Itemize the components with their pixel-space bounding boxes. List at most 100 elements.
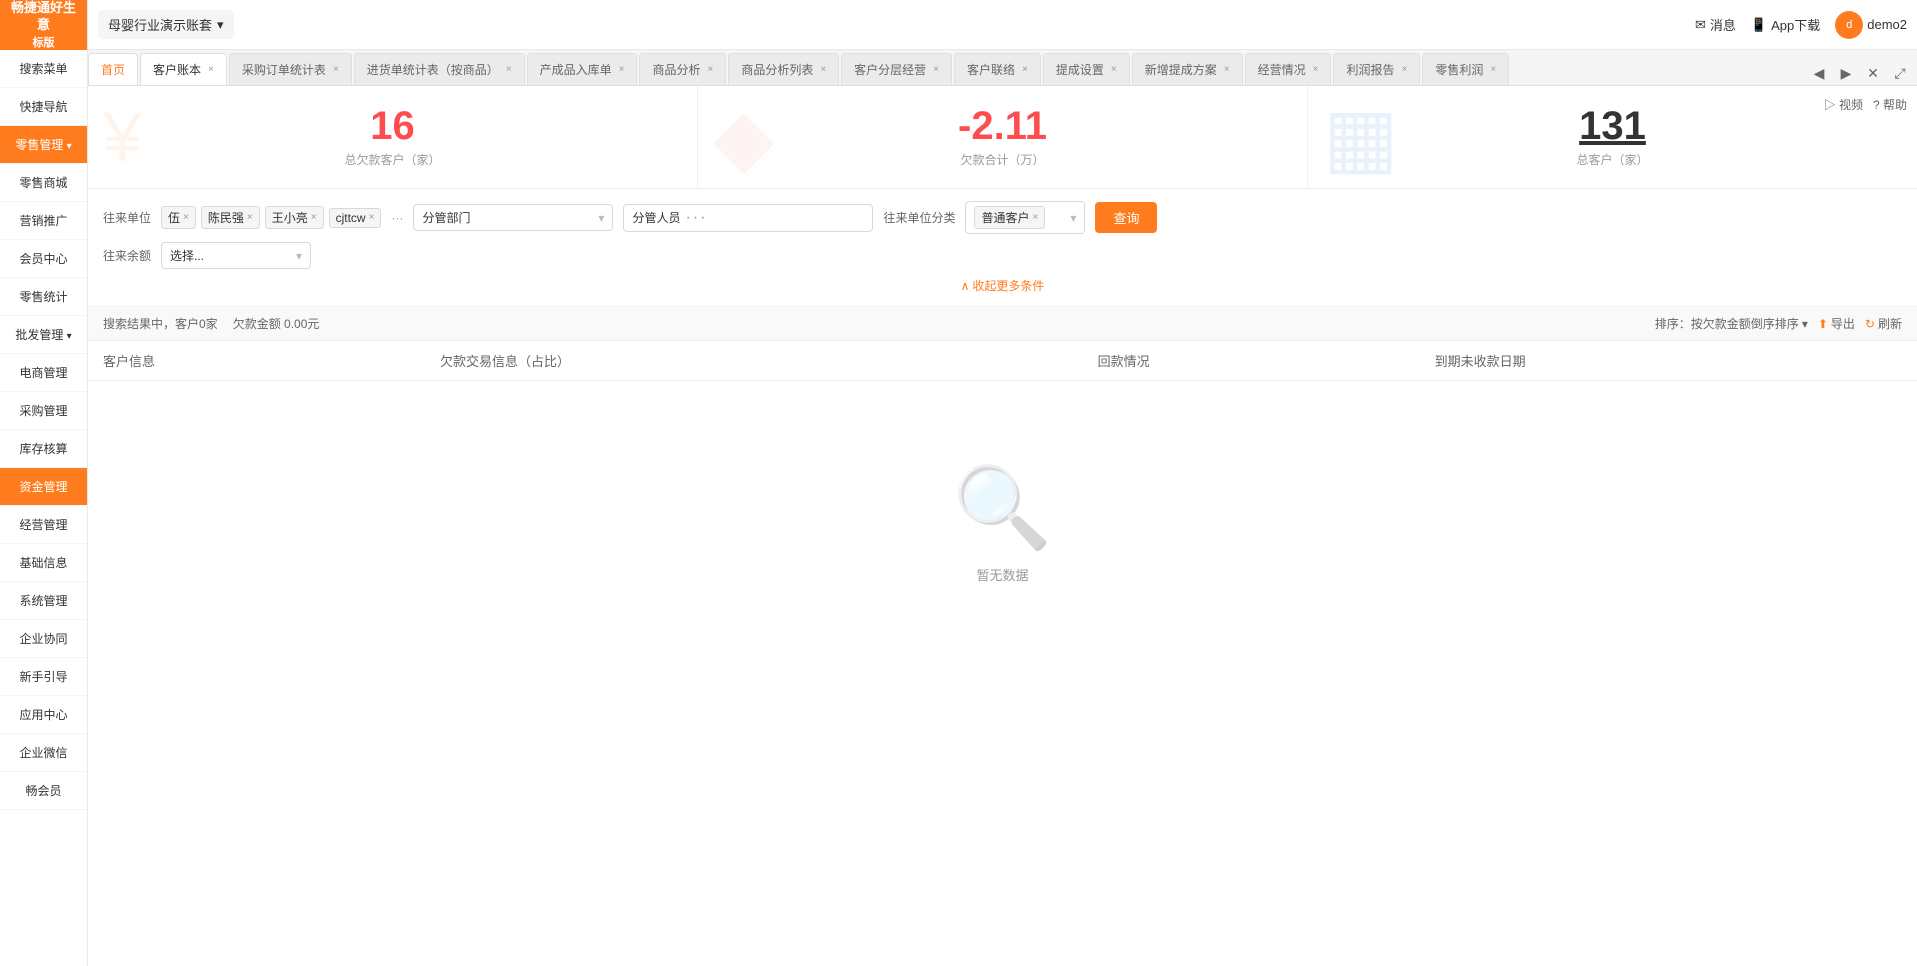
tag-close-icon[interactable]: × [1032, 212, 1038, 223]
tab-10[interactable]: 新增提成方案 × [1132, 53, 1243, 85]
tab-5[interactable]: 商品分析× [639, 53, 726, 85]
result-info: 搜索结果中，客户0家 欠款金额 0.00元 [103, 315, 319, 332]
sidebar-item-应用中心[interactable]: 应用中心 [0, 696, 87, 734]
sidebar-item-快捷导航[interactable]: 快捷导航 [0, 88, 87, 126]
message-label: 消息 [1710, 15, 1736, 34]
stat-bg-building-icon: ▦ [1323, 91, 1399, 184]
tab-label: 客户联络 [967, 61, 1015, 78]
collapse-row: ∧ 收起更多条件 [103, 277, 1902, 294]
table-header-客户信息: 客户信息 [88, 341, 425, 381]
table-header-回款情况: 回款情况 [1083, 341, 1420, 381]
data-table: 客户信息欠款交易信息（占比）回款情况到期未收款日期 [88, 341, 1917, 381]
query-button[interactable]: 查询 [1095, 202, 1157, 233]
tab-2[interactable]: 采购订单统计表 × [229, 53, 352, 85]
filter-tag: 陈民强× [201, 206, 260, 229]
tab-1[interactable]: 客户账本× [140, 53, 227, 85]
sidebar-item-库存核算[interactable]: 库存核算 [0, 430, 87, 468]
tab-close-icon[interactable]: × [933, 64, 939, 75]
stat-bg-diamond-icon: ◆ [713, 91, 775, 184]
tab-11[interactable]: 经营情况× [1245, 53, 1332, 85]
stat-label-total: 总客户（家） [1576, 151, 1648, 168]
sidebar-item-电商管理[interactable]: 电商管理 [0, 354, 87, 392]
dept-select[interactable]: 分管部门 ▾ [413, 204, 613, 231]
logo-line1: 畅捷通好生意 [5, 0, 82, 34]
tab-close-icon[interactable]: × [1401, 64, 1407, 75]
sidebar-item-新手引导[interactable]: 新手引导 [0, 658, 87, 696]
tab-label: 采购订单统计表 [242, 61, 326, 78]
tab-3[interactable]: 进货单统计表（按商品）× [354, 53, 525, 85]
sidebar-item-资金管理[interactable]: 资金管理 [0, 468, 87, 506]
person-select[interactable]: 分管人员 ··· [623, 204, 873, 232]
collapse-btn[interactable]: ∧ 收起更多条件 [103, 277, 1902, 294]
chevron-down-icon: ▾ [1070, 211, 1076, 225]
classify-select[interactable]: 普通客户× ▾ [965, 201, 1085, 234]
tab-13[interactable]: 零售利润× [1422, 53, 1509, 85]
sidebar-item-经营管理[interactable]: 经营管理 [0, 506, 87, 544]
table-header-到期未收款日期: 到期未收款日期 [1420, 341, 1917, 381]
industry-select[interactable]: 母婴行业演示账套 ▾ [98, 10, 234, 39]
sidebar-item-基础信息[interactable]: 基础信息 [0, 544, 87, 582]
tab-close-all-btn[interactable]: ✕ [1861, 61, 1885, 85]
sort-select[interactable]: 排序：按欠款金额倒序排序 ▾ [1655, 315, 1808, 332]
tab-close-icon[interactable]: × [208, 64, 214, 75]
app-download-btn[interactable]: 📱 App下载 [1751, 15, 1820, 34]
tag-close-icon[interactable]: × [247, 212, 253, 223]
tab-label: 新增提成方案 [1145, 61, 1217, 78]
tab-close-icon[interactable]: × [1490, 64, 1496, 75]
tab-6[interactable]: 商品分析列表× [728, 53, 839, 85]
classify-filter-tag: 普通客户× [974, 206, 1045, 229]
export-icon: ⬆ [1818, 317, 1828, 331]
sidebar-item-零售商城[interactable]: 零售商城 [0, 164, 87, 202]
sidebar-item-企业微信[interactable]: 企业微信 [0, 734, 87, 772]
sidebar-item-搜索菜单[interactable]: 搜索菜单 [0, 50, 87, 88]
tab-next-btn[interactable]: ▶ [1834, 61, 1858, 85]
tab-prev-btn[interactable]: ◀ [1807, 61, 1831, 85]
more-tags-btn[interactable]: ··· [391, 211, 403, 225]
stats-bar: ¥ 16 总欠款客户（家） ◆ -2.11 欠款合计（万） ▦ 131 总客户（… [88, 86, 1917, 189]
stat-label-debt: 欠款合计（万） [960, 151, 1044, 168]
user-menu[interactable]: d demo2 [1835, 11, 1907, 39]
stat-value-total: 131 [1579, 106, 1646, 146]
tab-close-icon[interactable]: × [619, 64, 625, 75]
sidebar-item-系统管理[interactable]: 系统管理 [0, 582, 87, 620]
sidebar-item-企业协同[interactable]: 企业协同 [0, 620, 87, 658]
stat-value-debt: -2.11 [958, 106, 1047, 146]
stat-item-debt: ◆ -2.11 欠款合计（万） [698, 86, 1308, 188]
export-btn[interactable]: ⬆ 导出 [1818, 315, 1855, 332]
tab-close-icon[interactable]: × [1313, 64, 1319, 75]
sidebar-item-零售管理[interactable]: 零售管理 ▾ [0, 126, 87, 164]
tab-4[interactable]: 产成品入库单× [527, 53, 638, 85]
sidebar-item-零售统计[interactable]: 零售统计 [0, 278, 87, 316]
balance-select[interactable]: 选择... ▾ [161, 242, 311, 269]
tab-close-icon[interactable]: × [333, 64, 339, 75]
tab-close-icon[interactable]: × [1022, 64, 1028, 75]
top-bar-right: ✉ 消息 📱 App下载 d demo2 [1695, 11, 1907, 39]
tab-7[interactable]: 客户分层经营× [841, 53, 952, 85]
sidebar-item-会员中心[interactable]: 会员中心 [0, 240, 87, 278]
tab-0[interactable]: 首页 [88, 53, 138, 85]
tab-close-icon[interactable]: × [506, 64, 512, 75]
empty-text: 暂无数据 [976, 565, 1028, 584]
sidebar-item-采购管理[interactable]: 采购管理 [0, 392, 87, 430]
filter-tag: 伍× [161, 206, 196, 229]
tag-close-icon[interactable]: × [311, 212, 317, 223]
sidebar-item-畅会员[interactable]: 畅会员 [0, 772, 87, 810]
tab-close-icon[interactable]: × [1111, 64, 1117, 75]
tag-close-icon[interactable]: × [183, 212, 189, 223]
tab-close-icon[interactable]: × [820, 64, 826, 75]
tab-close-icon[interactable]: × [707, 64, 713, 75]
tab-12[interactable]: 利润报告× [1333, 53, 1420, 85]
person-dots[interactable]: ··· [685, 209, 707, 227]
refresh-btn[interactable]: ↻ 刷新 [1865, 315, 1902, 332]
sidebar-item-批发管理[interactable]: 批发管理 ▾ [0, 316, 87, 354]
tab-9[interactable]: 提成设置× [1043, 53, 1130, 85]
sidebar-item-营销推广[interactable]: 营销推广 [0, 202, 87, 240]
help-btn[interactable]: ? 帮助 [1873, 96, 1907, 113]
message-btn[interactable]: ✉ 消息 [1695, 15, 1736, 34]
tag-close-icon[interactable]: × [369, 212, 375, 223]
user-name: demo2 [1867, 17, 1907, 32]
video-btn[interactable]: ▷ 视频 [1824, 96, 1863, 113]
tab-expand-btn[interactable]: ⤢ [1888, 61, 1912, 85]
tab-8[interactable]: 客户联络 × [954, 53, 1041, 85]
tab-close-icon[interactable]: × [1224, 64, 1230, 75]
